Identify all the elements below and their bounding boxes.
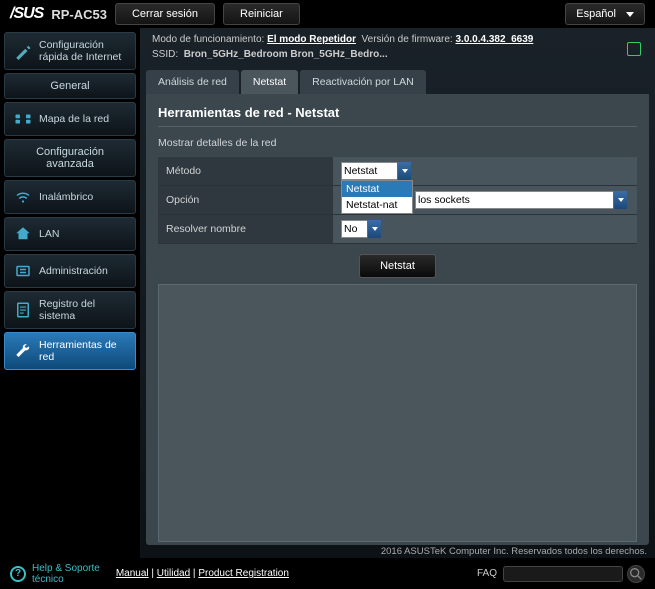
sidebar-item-lan[interactable]: LAN [4,217,136,251]
option-value[interactable] [415,191,627,209]
registration-link[interactable]: Product Registration [198,568,289,579]
tab-netstat[interactable]: Netstat [241,70,298,94]
sidebar-item-label: LAN [39,228,59,240]
method-option-netstat[interactable]: Netstat [342,181,412,197]
resolve-select[interactable] [341,220,381,238]
admin-icon [13,261,33,281]
utility-link[interactable]: Utilidad [157,568,190,579]
copyright-text: 2016 ASUSTeK Computer Inc. Reservados to… [381,546,647,557]
help-link[interactable]: Help & Soportetécnico [32,563,100,585]
manual-link[interactable]: Manual [116,568,149,579]
sidebar-item-syslog[interactable]: Registro del sistema [4,291,136,329]
resolve-label: Resolver nombre [158,215,333,244]
chevron-down-icon [626,12,634,17]
tab-wol[interactable]: Reactivación por LAN [300,70,426,94]
output-textarea[interactable] [158,284,637,542]
option-label: Opción [158,186,333,215]
language-selector[interactable]: Español [565,3,645,25]
quick-setup-button[interactable]: Configuración rápida de Internet [4,32,136,70]
search-icon[interactable] [627,565,645,583]
chevron-down-icon[interactable] [397,162,411,180]
chevron-down-icon[interactable] [613,191,627,209]
footer-links: Manual | Utilidad | Product Registration [116,568,289,579]
mode-link[interactable]: El modo Repetidor [267,34,356,45]
sidebar-item-wireless[interactable]: Inalámbrico [4,180,136,214]
sidebar-item-label: Inalámbrico [39,191,93,203]
method-select[interactable]: Netstat Netstat-nat [341,162,411,180]
advanced-heading: Configuración avanzada [4,139,136,177]
quick-setup-label: Configuración rápida de Internet [39,39,127,63]
logout-button[interactable]: Cerrar sesión [115,3,215,25]
sidebar-item-label: Registro del sistema [39,298,127,322]
faq-label: FAQ [477,568,497,579]
map-icon [13,109,33,129]
run-netstat-button[interactable]: Netstat [359,254,436,278]
panel-subtitle: Mostrar detalles de la red [158,137,637,149]
search-input[interactable] [503,566,623,582]
home-icon [13,224,33,244]
method-label: Método [158,157,333,186]
method-dropdown: Netstat Netstat-nat [341,180,413,214]
general-heading: General [4,73,136,99]
wifi-icon [13,187,33,207]
method-option-netstat-nat[interactable]: Netstat-nat [342,197,412,213]
chevron-down-icon[interactable] [367,220,381,238]
sidebar-item-map[interactable]: Mapa de la red [4,102,136,136]
panel-title: Herramientas de red - Netstat [158,105,637,127]
sidebar-item-label: Administración [39,265,108,277]
sidebar-item-admin[interactable]: Administración [4,254,136,288]
model-name: RP-AC53 [51,7,107,22]
info-bar: Modo de funcionamiento: El modo Repetido… [146,28,649,66]
reboot-button[interactable]: Reiniciar [223,3,300,25]
tab-analysis[interactable]: Análisis de red [146,70,239,94]
status-icon[interactable] [627,42,641,56]
sidebar-item-tools[interactable]: Herramientas de red [4,332,136,370]
sidebar-item-label: Mapa de la red [39,113,109,125]
sidebar-item-label: Herramientas de red [39,339,127,363]
ssid-value: Bron_5GHz_Bedroom Bron_5GHz_Bedro... [184,49,388,60]
log-icon [13,300,33,320]
firmware-link[interactable]: 3.0.0.4.382_6639 [455,34,533,45]
wrench-icon [13,341,33,361]
wand-icon [13,41,33,61]
language-label: Español [576,8,616,20]
help-icon[interactable]: ? [10,566,26,582]
brand-logo: /SUS [10,5,43,23]
option-select[interactable] [415,191,627,209]
